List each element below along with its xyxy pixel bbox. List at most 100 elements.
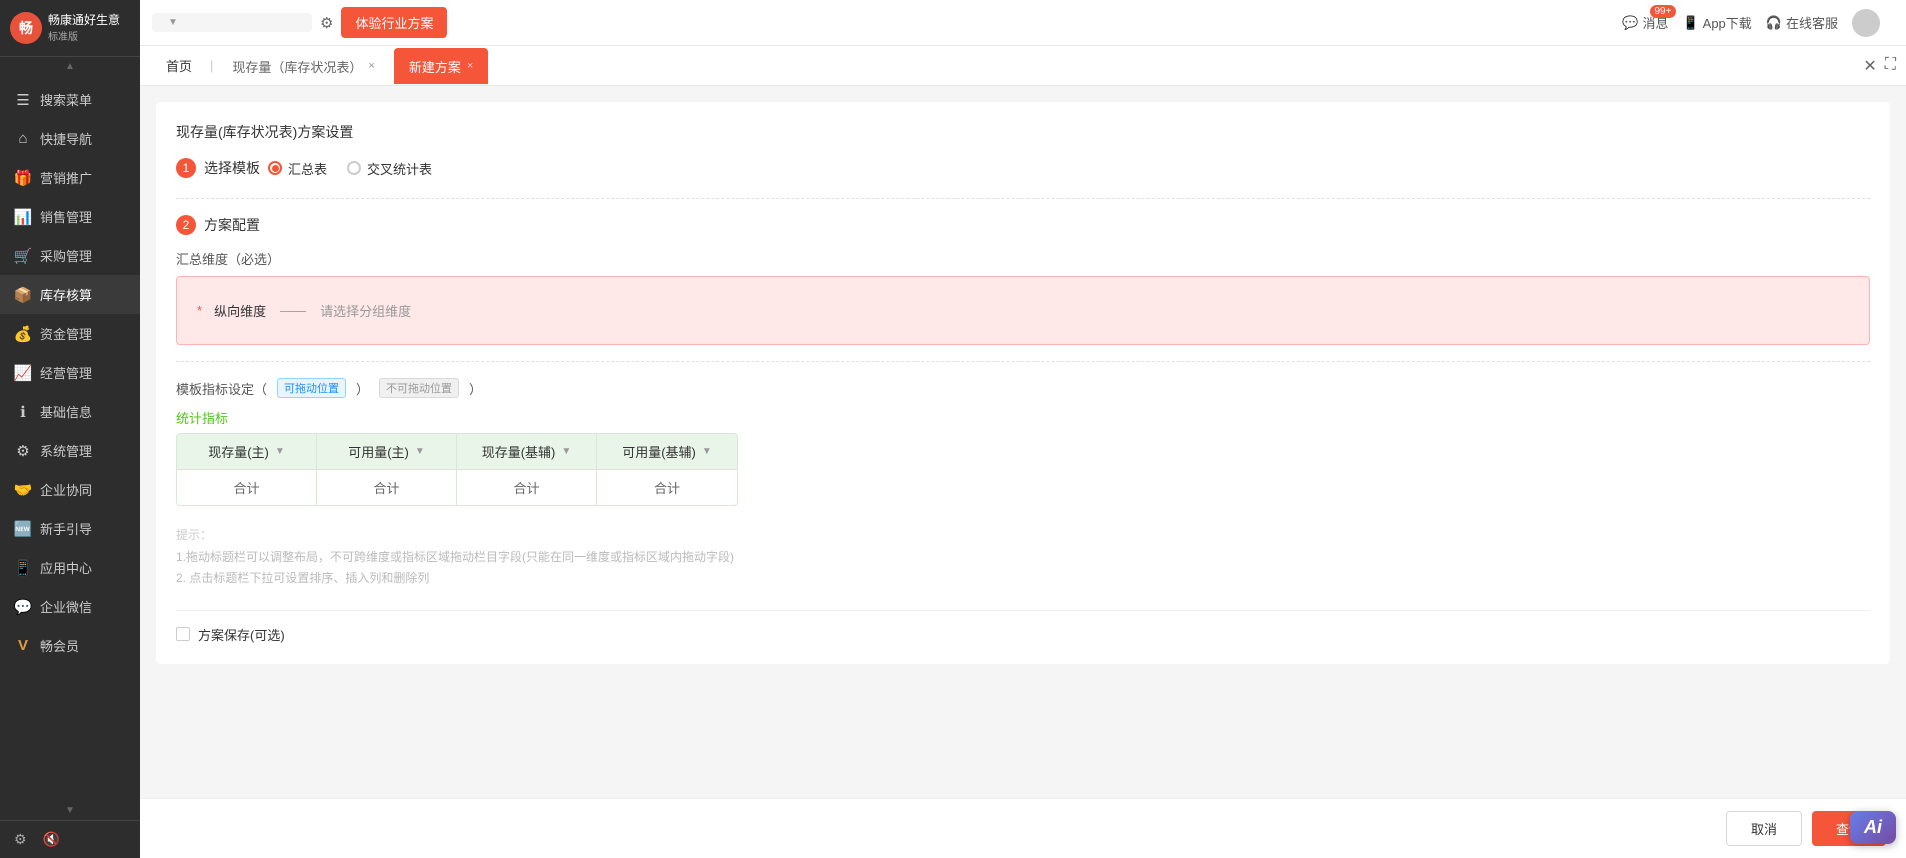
sidebar-item-operations[interactable]: 📈 经营管理 [0, 353, 140, 392]
window-close-icon[interactable]: ✕ [1863, 56, 1876, 76]
tab-new-scheme-close-icon[interactable]: × [467, 60, 473, 72]
sidebar-item-cooperation[interactable]: 🤝 企业协同 [0, 470, 140, 509]
tab-inventory-label: 现存量（库存状况表） [232, 57, 362, 76]
app-name: 畅康通好生意 [48, 13, 120, 29]
dimension-dash: —— [278, 303, 308, 318]
stats-col-2[interactable]: 现存量(基辅) ▼ [457, 434, 597, 469]
online-service-button[interactable]: 🎧 在线客服 [1766, 13, 1838, 32]
page-title: 现存量(库存状况表)方案设置 [176, 122, 1870, 142]
sidebar-item-label: 新手引导 [40, 519, 92, 538]
stats-table: 现存量(主) ▼ 可用量(主) ▼ 现存量(基辅) ▼ [176, 433, 738, 506]
gear-icon: ⚙ [14, 442, 32, 460]
sidebar-item-quick-nav[interactable]: ⌂ 快捷导航 [0, 119, 140, 158]
divider2 [176, 361, 1870, 362]
headset-icon: 🎧 [1766, 15, 1782, 31]
sidebar-item-label: 采购管理 [40, 246, 92, 265]
col-2-dropdown-icon[interactable]: ▼ [561, 446, 571, 457]
cart-icon: 🛒 [14, 247, 32, 265]
message-button[interactable]: 💬 消息 99+ [1622, 13, 1668, 32]
step1-section: 1 选择模板 汇总表 交叉统计表 [176, 158, 1870, 178]
cancel-button[interactable]: 取消 [1726, 811, 1802, 846]
tab-home[interactable]: 首页 [152, 48, 206, 83]
radio-summary-table[interactable]: 汇总表 [268, 159, 327, 178]
topbar-gear-icon[interactable]: ⚙ [320, 14, 333, 32]
sidebar-item-system[interactable]: ⚙ 系统管理 [0, 431, 140, 470]
radio-cross-circle [347, 161, 361, 175]
tab-inventory-status[interactable]: 现存量（库存状况表） × [217, 48, 389, 84]
sidebar-item-finance[interactable]: 💰 资金管理 [0, 314, 140, 353]
step2-section: 2 方案配置 汇总维度（必选） * 纵向维度 —— 请选择分组维度 模 [176, 215, 1870, 590]
sidebar-item-label: 经营管理 [40, 363, 92, 382]
tip2-text: 2. 点击标题栏下拉可设置排序、插入列和删除列 [176, 568, 1870, 590]
sidebar-item-newuser[interactable]: 🆕 新手引导 [0, 509, 140, 548]
sidebar-item-purchase[interactable]: 🛒 采购管理 [0, 236, 140, 275]
col-1-dropdown-icon[interactable]: ▼ [415, 446, 425, 457]
step1-title: 选择模板 [204, 158, 260, 178]
stats-section-label: 统计指标 [176, 408, 1870, 427]
template-radio-group: 汇总表 交叉统计表 [268, 159, 432, 178]
sidebar-item-label: 企业微信 [40, 597, 92, 616]
topbar-left: ▼ ⚙ 体验行业方案 [152, 7, 1612, 38]
sidebar-item-wechat[interactable]: 💬 企业微信 [0, 587, 140, 626]
gift-icon: 🎁 [14, 169, 32, 187]
stats-col-1[interactable]: 可用量(主) ▼ [317, 434, 457, 469]
sidebar-item-appstore[interactable]: 📱 应用中心 [0, 548, 140, 587]
stats-col-3[interactable]: 可用量(基辅) ▼ [597, 434, 737, 469]
tab-new-scheme[interactable]: 新建方案 × [394, 48, 488, 84]
money-icon: 💰 [14, 325, 32, 343]
sidebar-item-label: 销售管理 [40, 207, 92, 226]
stats-col-0[interactable]: 现存量(主) ▼ [177, 434, 317, 469]
sidebar-logo: 畅 畅康通好生意 标准版 [0, 0, 140, 57]
dimension-placeholder: 请选择分组维度 [320, 301, 411, 320]
stats-cell-1: 合计 [317, 469, 457, 505]
draggable-badge: 可拖动位置 [277, 378, 346, 398]
save-checkbox-row: 方案保存(可选) [176, 610, 1870, 644]
col-3-dropdown-icon[interactable]: ▼ [702, 446, 712, 457]
save-checkbox[interactable] [176, 627, 190, 641]
sidebar: 畅 畅康通好生意 标准版 ▲ ☰ 搜索菜单 ⌂ 快捷导航 🎁 营销推广 📊 销售… [0, 0, 140, 858]
message-icon: 💬 [1622, 15, 1638, 31]
sidebar-item-label: 企业协同 [40, 480, 92, 499]
sidebar-scroll-up[interactable]: ▲ [0, 57, 140, 76]
stats-table-body: 合计 合计 合计 合计 [177, 469, 737, 505]
avatar [1852, 9, 1880, 37]
tip1-text: 1.拖动标题栏可以调整布局，不可跨维度或指标区域拖动栏目字段(只能在同一维度或指… [176, 547, 1870, 569]
indicators-close: ） [356, 379, 369, 398]
tips-title: 提示： [176, 528, 212, 542]
trial-button[interactable]: 体验行业方案 [341, 7, 447, 38]
sidebar-bottom: ⚙ 🔇 [0, 820, 140, 858]
col-0-dropdown-icon[interactable]: ▼ [275, 446, 285, 457]
sidebar-item-label: 库存核算 [40, 285, 92, 304]
window-expand-icon[interactable]: ⛶ [1885, 56, 1896, 76]
sidebar-item-label: 搜索菜单 [40, 90, 92, 109]
sidebar-items: ☰ 搜索菜单 ⌂ 快捷导航 🎁 营销推广 📊 销售管理 🛒 采购管理 📦 库存核… [0, 76, 140, 801]
sidebar-item-basics[interactable]: ℹ 基础信息 [0, 392, 140, 431]
logo-icon: 畅 [10, 12, 42, 44]
mute-icon[interactable]: 🔇 [43, 831, 60, 848]
sidebar-item-label: 营销推广 [40, 168, 92, 187]
radio-cross-table[interactable]: 交叉统计表 [347, 159, 432, 178]
stats-cell-2: 合计 [457, 469, 597, 505]
sidebar-item-inventory[interactable]: 📦 库存核算 [0, 275, 140, 314]
ai-badge[interactable]: Ai [1850, 811, 1896, 844]
app-download-button[interactable]: 📱 App下载 [1682, 13, 1751, 32]
wechat-icon: 💬 [14, 598, 32, 616]
stats-cell-0: 合计 [177, 469, 317, 505]
indicators-header: 模板指标设定（ 可拖动位置 ） 不可拖动位置 ） [176, 378, 1870, 398]
sidebar-item-label: 基础信息 [40, 402, 92, 421]
sidebar-scroll-down[interactable]: ▼ [0, 801, 140, 820]
sidebar-item-search[interactable]: ☰ 搜索菜单 [0, 80, 140, 119]
topbar-search-area[interactable]: ▼ [152, 13, 312, 32]
tab-close-icon[interactable]: × [368, 60, 374, 72]
stats-col-0-label: 现存量(主) [208, 442, 269, 461]
step1-header: 1 选择模板 汇总表 交叉统计表 [176, 158, 1870, 178]
settings-icon[interactable]: ⚙ [14, 831, 27, 848]
sidebar-item-sales[interactable]: 📊 销售管理 [0, 197, 140, 236]
stats-col-1-label: 可用量(主) [348, 442, 409, 461]
required-dimension-area[interactable]: * 纵向维度 —— 请选择分组维度 [176, 276, 1870, 345]
sidebar-item-marketing[interactable]: 🎁 营销推广 [0, 158, 140, 197]
phone-icon: 📱 [14, 559, 32, 577]
stats-section: 统计指标 现存量(主) ▼ 可用量(主) ▼ [176, 408, 1870, 509]
new-icon: 🆕 [14, 520, 32, 538]
sidebar-item-vip[interactable]: V 畅会员 [0, 626, 140, 665]
